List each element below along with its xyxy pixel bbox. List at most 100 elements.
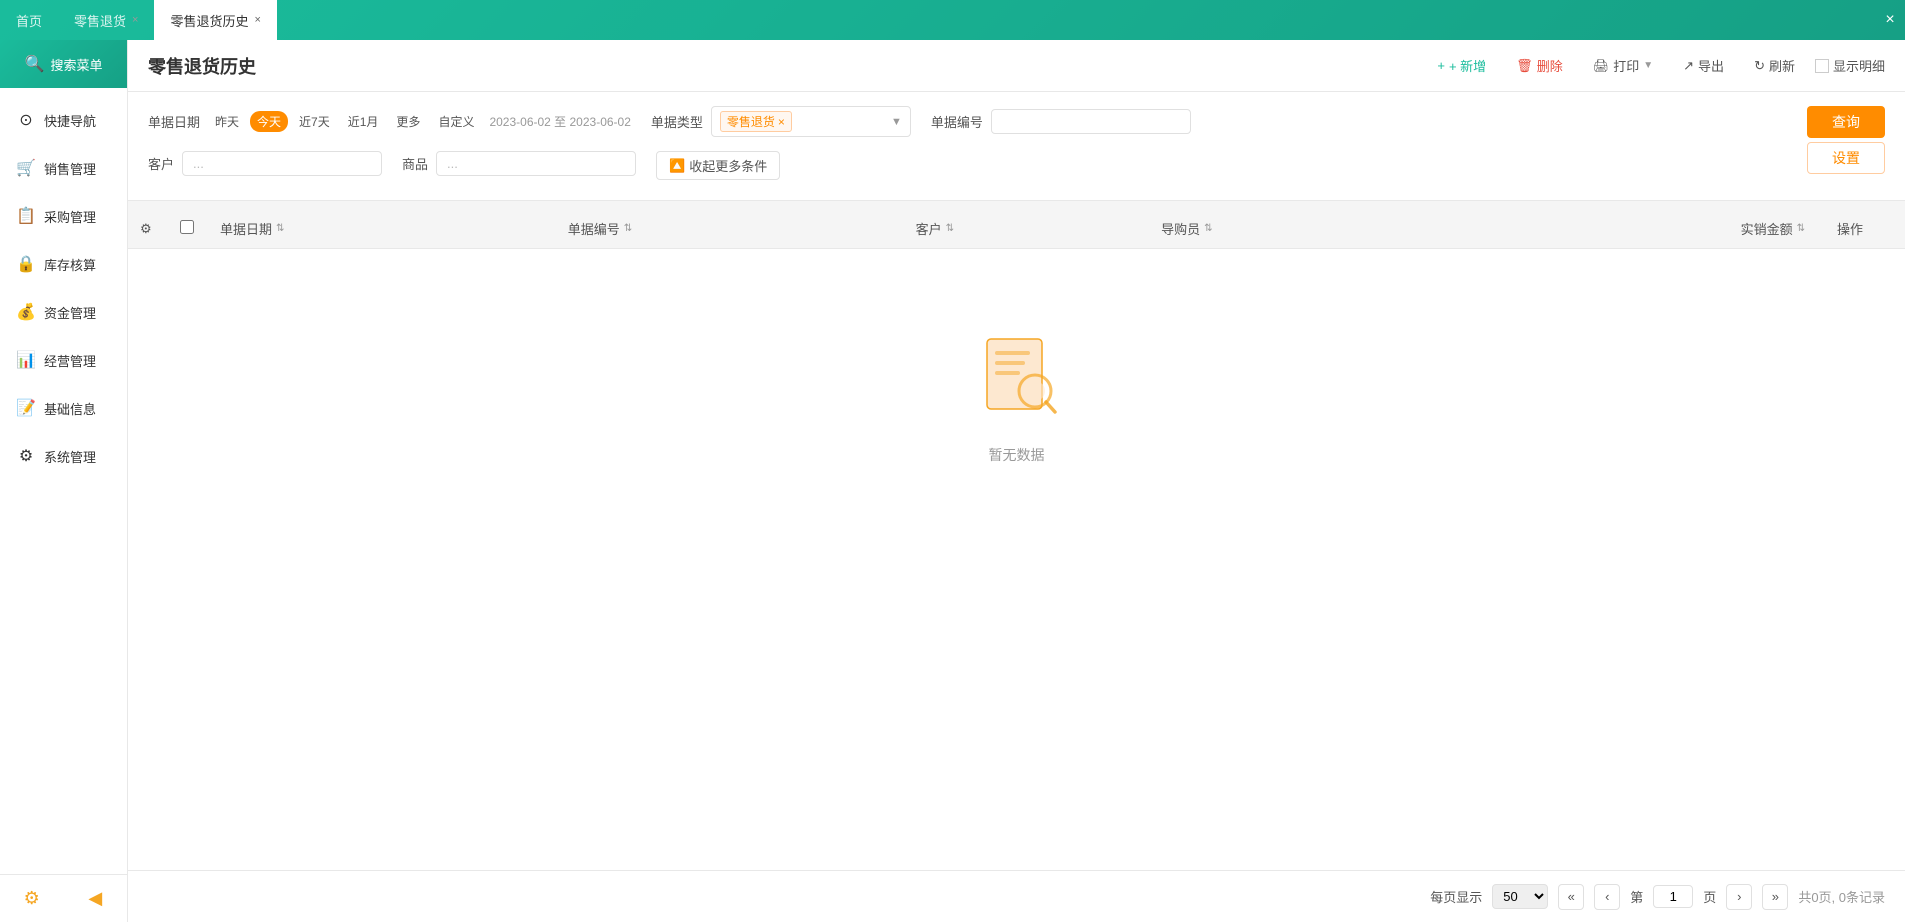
page-size-select[interactable]: 10 20 50 100 xyxy=(1492,884,1548,909)
page-size-label: 每页显示 xyxy=(1430,887,1482,906)
sys-mgmt-icon: ⚙ xyxy=(16,446,36,466)
sidebar-item-quick-nav[interactable]: ⊙ 快捷导航 xyxy=(0,96,127,144)
goods-input[interactable]: ... xyxy=(436,151,636,176)
main-layout: 🔍 搜索菜单 ⊙ 快捷导航 🛒 销售管理 📋 采购管理 🔒 库存核算 💰 xyxy=(0,40,1905,922)
th-date-sort-icon: ⇅ xyxy=(276,223,284,234)
th-settings[interactable]: ⚙ xyxy=(128,209,168,249)
th-voucher-no-label: 单据编号 xyxy=(568,219,620,238)
collapse-button[interactable]: 🔼 收起更多条件 xyxy=(656,151,780,180)
th-checkbox[interactable] xyxy=(168,209,208,249)
sidebar-collapse-button[interactable]: ◀ xyxy=(79,883,111,915)
display-detail-label: 显示明细 xyxy=(1833,56,1885,75)
window-close-button[interactable]: × xyxy=(1875,11,1905,29)
refresh-button[interactable]: ↻ 刷新 xyxy=(1744,51,1805,80)
date-today-btn[interactable]: 今天 xyxy=(250,111,288,132)
sidebar-item-operations-label: 经营管理 xyxy=(44,351,96,370)
th-voucher-no[interactable]: 单据编号 ⇅ xyxy=(556,209,904,249)
goods-filter-group: 商品 ... xyxy=(402,151,636,176)
customer-input[interactable]: ... xyxy=(182,151,382,176)
tab-home[interactable]: 首页 xyxy=(0,0,58,40)
delete-icon: 🗑 xyxy=(1516,58,1533,74)
date-1month-btn[interactable]: 近1月 xyxy=(341,111,386,132)
sidebar-item-sys-mgmt[interactable]: ⚙ 系统管理 xyxy=(0,432,127,480)
voucher-type-select[interactable]: 零售退货 × ▼ xyxy=(711,106,911,137)
page-input[interactable] xyxy=(1653,885,1693,908)
sidebar-item-inventory[interactable]: 🔒 库存核算 xyxy=(0,240,127,288)
prev-page-button[interactable]: ‹ xyxy=(1594,884,1620,910)
voucher-type-tag-close[interactable]: × xyxy=(778,115,785,129)
total-info: 共0页, 0条记录 xyxy=(1798,887,1885,906)
th-date-label: 单据日期 xyxy=(220,219,272,238)
display-detail-toggle[interactable]: 显示明细 xyxy=(1815,56,1885,75)
tab-retail-return-label: 零售退货 xyxy=(74,11,126,30)
first-page-button[interactable]: « xyxy=(1558,884,1584,910)
basic-info-icon: 📝 xyxy=(16,398,36,418)
th-customer-sort-icon: ⇅ xyxy=(946,223,954,234)
tab-retail-return-history-label: 零售退货历史 xyxy=(170,11,248,30)
top-bar: 首页 零售退货 × 零售退货历史 × × xyxy=(0,0,1905,40)
first-page-icon: « xyxy=(1568,889,1575,904)
th-amount[interactable]: 实销金额 ⇅ xyxy=(1446,209,1825,249)
date-more-btn[interactable]: 更多 xyxy=(389,111,427,132)
tab-retail-return-close[interactable]: × xyxy=(132,14,138,26)
page-label: 第 xyxy=(1630,887,1643,906)
th-ops-label: 操作 xyxy=(1837,222,1863,237)
table-container: ⚙ 单据日期 ⇅ 单据编号 xyxy=(128,209,1905,870)
export-icon: ↗ xyxy=(1683,58,1694,74)
voucher-type-label: 单据类型 xyxy=(651,112,703,131)
last-page-icon: » xyxy=(1772,889,1779,904)
query-button[interactable]: 查询 xyxy=(1807,106,1885,138)
search-icon: 🔍 xyxy=(25,54,45,74)
print-label: 打印 xyxy=(1613,56,1639,75)
sidebar-menu: ⊙ 快捷导航 🛒 销售管理 📋 采购管理 🔒 库存核算 💰 资金管理 📊 xyxy=(0,88,127,874)
sidebar-item-operations[interactable]: 📊 经营管理 xyxy=(0,336,127,384)
date-range-display: 2023-06-02 至 2023-06-02 xyxy=(489,113,630,130)
th-customer[interactable]: 客户 ⇅ xyxy=(904,209,1150,249)
filter-settings-button[interactable]: 设置 xyxy=(1807,142,1885,174)
voucher-type-tag: 零售退货 × xyxy=(720,111,792,132)
date-custom-btn[interactable]: 自定义 xyxy=(431,111,481,132)
th-voucher-no-sort-icon: ⇅ xyxy=(624,223,632,234)
delete-button[interactable]: 🗑 删除 xyxy=(1506,51,1573,80)
collapse-label: 收起更多条件 xyxy=(689,156,767,175)
sidebar-item-sales-mgmt[interactable]: 🛒 销售管理 xyxy=(0,144,127,192)
refresh-icon: ↻ xyxy=(1754,58,1765,74)
last-page-button[interactable]: » xyxy=(1762,884,1788,910)
filter-row-1: 单据日期 昨天 今天 近7天 近1月 更多 自定义 2023-06-02 至 2… xyxy=(148,106,1787,137)
customer-placeholder: ... xyxy=(193,156,204,171)
tab-retail-return-history[interactable]: 零售退货历史 × xyxy=(154,0,276,40)
sidebar-item-purchase-mgmt[interactable]: 📋 采购管理 xyxy=(0,192,127,240)
collapse-up-icon: 🔼 xyxy=(669,158,685,174)
voucher-type-group: 单据类型 零售退货 × ▼ xyxy=(651,106,911,137)
th-guide[interactable]: 导购员 ⇅ xyxy=(1149,209,1446,249)
tab-bar: 首页 零售退货 × 零售退货历史 × xyxy=(0,0,1875,40)
goods-filter-label: 商品 xyxy=(402,154,428,173)
sales-mgmt-icon: 🛒 xyxy=(16,158,36,178)
date-7days-btn[interactable]: 近7天 xyxy=(292,111,337,132)
display-detail-checkbox[interactable] xyxy=(1815,59,1829,73)
inventory-icon: 🔒 xyxy=(16,254,36,274)
tab-retail-return[interactable]: 零售退货 × xyxy=(58,0,154,40)
table-body: 暂无数据 xyxy=(128,249,1905,546)
filter-area: 单据日期 昨天 今天 近7天 近1月 更多 自定义 2023-06-02 至 2… xyxy=(128,92,1905,201)
sidebar-item-basic-info[interactable]: 📝 基础信息 xyxy=(0,384,127,432)
next-page-button[interactable]: › xyxy=(1726,884,1752,910)
th-ops: 操作 xyxy=(1825,209,1905,249)
export-button[interactable]: ↗ 导出 xyxy=(1673,51,1734,80)
new-button[interactable]: + + 新增 xyxy=(1427,51,1496,80)
empty-text: 暂无数据 xyxy=(989,445,1045,465)
sidebar-item-basic-info-label: 基础信息 xyxy=(44,399,96,418)
print-button[interactable]: 🖨 打印 ▼ xyxy=(1583,51,1663,80)
sidebar-settings-button[interactable]: ⚙ xyxy=(16,883,48,915)
empty-icon xyxy=(967,329,1067,429)
th-date[interactable]: 单据日期 ⇅ xyxy=(208,209,556,249)
sidebar-search-label: 搜索菜单 xyxy=(50,55,102,74)
select-all-checkbox[interactable] xyxy=(180,220,194,234)
date-yesterday-btn[interactable]: 昨天 xyxy=(208,111,246,132)
sidebar-search[interactable]: 🔍 搜索菜单 xyxy=(0,40,127,88)
voucher-no-input[interactable] xyxy=(991,109,1191,134)
th-amount-sort-icon: ⇅ xyxy=(1797,223,1805,234)
purchase-mgmt-icon: 📋 xyxy=(16,206,36,226)
tab-retail-return-history-close[interactable]: × xyxy=(254,14,260,26)
sidebar-item-finance[interactable]: 💰 资金管理 xyxy=(0,288,127,336)
